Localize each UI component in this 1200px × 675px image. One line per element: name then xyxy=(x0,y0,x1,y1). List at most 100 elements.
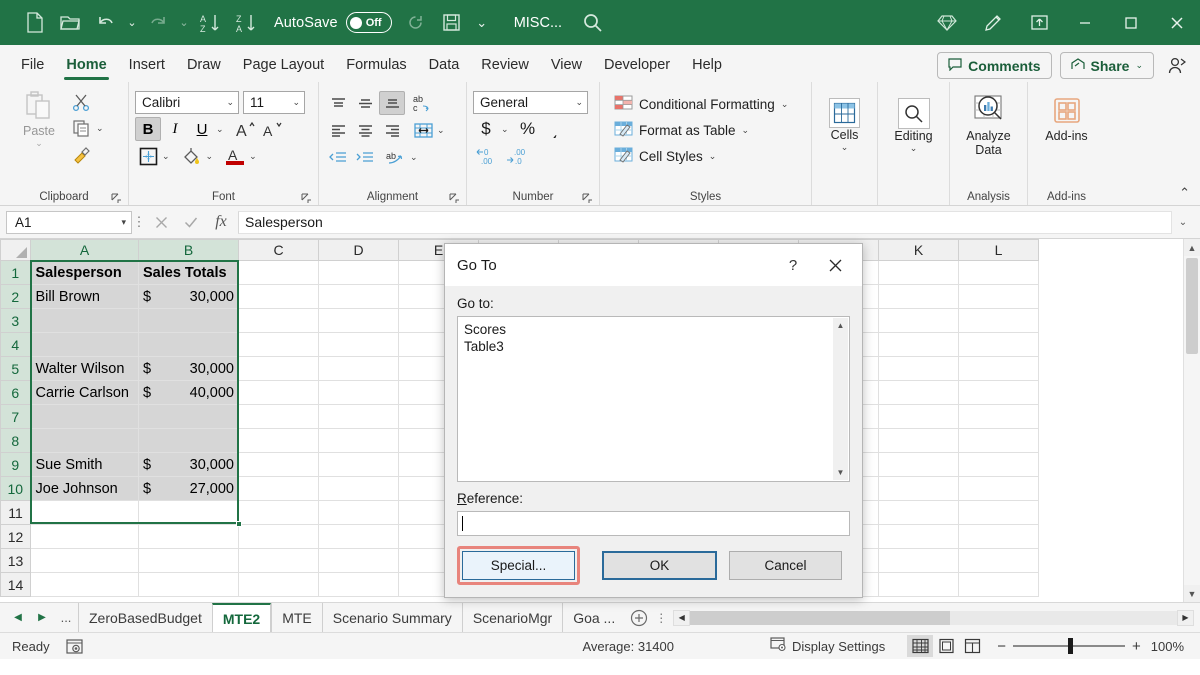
cell-D3[interactable] xyxy=(319,309,399,333)
horizontal-scrollbar[interactable]: ◀ ▶ xyxy=(673,610,1194,626)
cell-K9[interactable] xyxy=(879,453,959,477)
tab-page-layout[interactable]: Page Layout xyxy=(232,48,335,82)
cell-L14[interactable] xyxy=(959,573,1039,597)
tab-draw[interactable]: Draw xyxy=(176,48,232,82)
confirm-entry-icon[interactable] xyxy=(176,211,206,234)
cell-A13[interactable] xyxy=(31,549,139,573)
cell-C6[interactable] xyxy=(239,381,319,405)
merge-cells-icon[interactable]: ab xyxy=(383,145,409,169)
cell-C4[interactable] xyxy=(239,333,319,357)
dialog-close-button[interactable] xyxy=(814,245,856,285)
formula-input[interactable]: Salesperson xyxy=(238,211,1172,234)
conditional-formatting-button[interactable]: Conditional Formatting ⌄ xyxy=(610,92,792,116)
cell-A2[interactable]: Bill Brown xyxy=(31,285,139,309)
cell-B1[interactable]: Sales Totals xyxy=(139,261,239,285)
zoom-slider[interactable]: − + xyxy=(997,638,1141,655)
cell-C5[interactable] xyxy=(239,357,319,381)
font-name-combo[interactable]: Calibri ⌄ xyxy=(135,91,239,114)
cell-L1[interactable] xyxy=(959,261,1039,285)
number-format-combo[interactable]: General ⌄ xyxy=(473,91,588,114)
reference-input[interactable] xyxy=(457,511,850,536)
cell-K14[interactable] xyxy=(879,573,959,597)
cell-B3[interactable] xyxy=(139,309,239,333)
cell-A1[interactable]: Salesperson xyxy=(31,261,139,285)
row-header-10[interactable]: 10 xyxy=(1,477,31,501)
add-sheet-button[interactable] xyxy=(625,609,653,627)
increase-decimal-icon[interactable]: .00.0 xyxy=(505,144,531,168)
row-header-11[interactable]: 11 xyxy=(1,501,31,525)
vertical-scrollbar[interactable]: ▲ ▼ xyxy=(1183,239,1200,602)
cell-B8[interactable] xyxy=(139,429,239,453)
scroll-left-button[interactable]: ◀ xyxy=(673,610,690,626)
undo-dropdown-caret[interactable]: ⌄ xyxy=(124,16,140,29)
cell-D8[interactable] xyxy=(319,429,399,453)
cell-D7[interactable] xyxy=(319,405,399,429)
format-painter-icon[interactable] xyxy=(68,142,94,166)
borders-icon[interactable] xyxy=(135,144,161,168)
increase-indent-icon[interactable] xyxy=(352,145,378,169)
align-right-icon[interactable] xyxy=(379,118,405,142)
save-icon[interactable] xyxy=(434,7,470,39)
cell-K7[interactable] xyxy=(879,405,959,429)
clipboard-dialog-launcher[interactable] xyxy=(111,193,122,204)
row-header-14[interactable]: 14 xyxy=(1,573,31,597)
sheet-tab-goal[interactable]: Goa ... xyxy=(562,603,625,632)
cell-C1[interactable] xyxy=(239,261,319,285)
row-header-2[interactable]: 2 xyxy=(1,285,31,309)
vertical-scroll-thumb[interactable] xyxy=(1186,258,1198,354)
copy-caret-icon[interactable]: ⌄ xyxy=(96,124,104,132)
cell-C13[interactable] xyxy=(239,549,319,573)
editing-button[interactable]: Editing ⌄ xyxy=(884,96,943,152)
cell-D4[interactable] xyxy=(319,333,399,357)
cell-A7[interactable] xyxy=(31,405,139,429)
decrease-decimal-icon[interactable]: 0.00 xyxy=(475,144,501,168)
tab-review[interactable]: Review xyxy=(470,48,540,82)
analyze-data-button[interactable]: Analyze Data xyxy=(956,92,1021,157)
cell-D14[interactable] xyxy=(319,573,399,597)
cell-C11[interactable] xyxy=(239,501,319,525)
cell-K2[interactable] xyxy=(879,285,959,309)
align-top-icon[interactable] xyxy=(325,91,351,115)
cell-D11[interactable] xyxy=(319,501,399,525)
currency-caret-icon[interactable]: ⌄ xyxy=(501,125,509,133)
font-size-combo[interactable]: 11 ⌄ xyxy=(243,91,305,114)
normal-view-icon[interactable] xyxy=(907,635,933,657)
sort-za-icon[interactable]: ZA xyxy=(228,7,264,39)
special-button[interactable]: Special... xyxy=(462,551,575,580)
redo-icon[interactable] xyxy=(140,7,176,39)
scissors-icon[interactable] xyxy=(68,90,94,114)
formula-bar-grip[interactable]: ⋮ xyxy=(132,214,146,230)
next-sheet-button[interactable]: ▶ xyxy=(30,606,54,630)
sort-az-icon[interactable]: AZ xyxy=(192,7,228,39)
row-header-6[interactable]: 6 xyxy=(1,381,31,405)
row-header-13[interactable]: 13 xyxy=(1,549,31,573)
cell-L2[interactable] xyxy=(959,285,1039,309)
column-header-D[interactable]: D xyxy=(319,240,399,261)
scroll-right-button[interactable]: ▶ xyxy=(1177,610,1194,626)
maximize-button[interactable] xyxy=(1108,0,1154,45)
format-as-table-button[interactable]: Format as Table ⌄ xyxy=(610,118,753,142)
add-ins-button[interactable]: Add-ins xyxy=(1034,94,1099,143)
sheet-overflow-indicator[interactable]: ... xyxy=(54,610,78,625)
cell-B4[interactable] xyxy=(139,333,239,357)
font-color-caret-icon[interactable]: ⌄ xyxy=(249,152,257,160)
cell-C8[interactable] xyxy=(239,429,319,453)
cell-L7[interactable] xyxy=(959,405,1039,429)
tab-help[interactable]: Help xyxy=(681,48,733,82)
goto-list[interactable]: Scores Table3 ▲ ▼ xyxy=(457,316,850,482)
cell-L13[interactable] xyxy=(959,549,1039,573)
bold-button[interactable]: B xyxy=(135,117,161,141)
alignment-dialog-launcher[interactable] xyxy=(449,193,460,204)
zoom-thumb[interactable] xyxy=(1068,638,1073,654)
increase-font-size-button[interactable]: A xyxy=(233,117,259,141)
row-header-8[interactable]: 8 xyxy=(1,429,31,453)
share-person-icon[interactable] xyxy=(1162,52,1192,79)
font-color-icon[interactable]: A xyxy=(222,144,248,168)
comma-format-icon[interactable]: ͵ xyxy=(543,117,569,141)
cell-B13[interactable] xyxy=(139,549,239,573)
expand-formula-bar-icon[interactable]: ⌄ xyxy=(1172,211,1194,234)
tab-insert[interactable]: Insert xyxy=(118,48,176,82)
cell-B10[interactable]: $27,000 xyxy=(139,477,239,501)
cell-K12[interactable] xyxy=(879,525,959,549)
tab-home[interactable]: Home xyxy=(55,48,117,82)
